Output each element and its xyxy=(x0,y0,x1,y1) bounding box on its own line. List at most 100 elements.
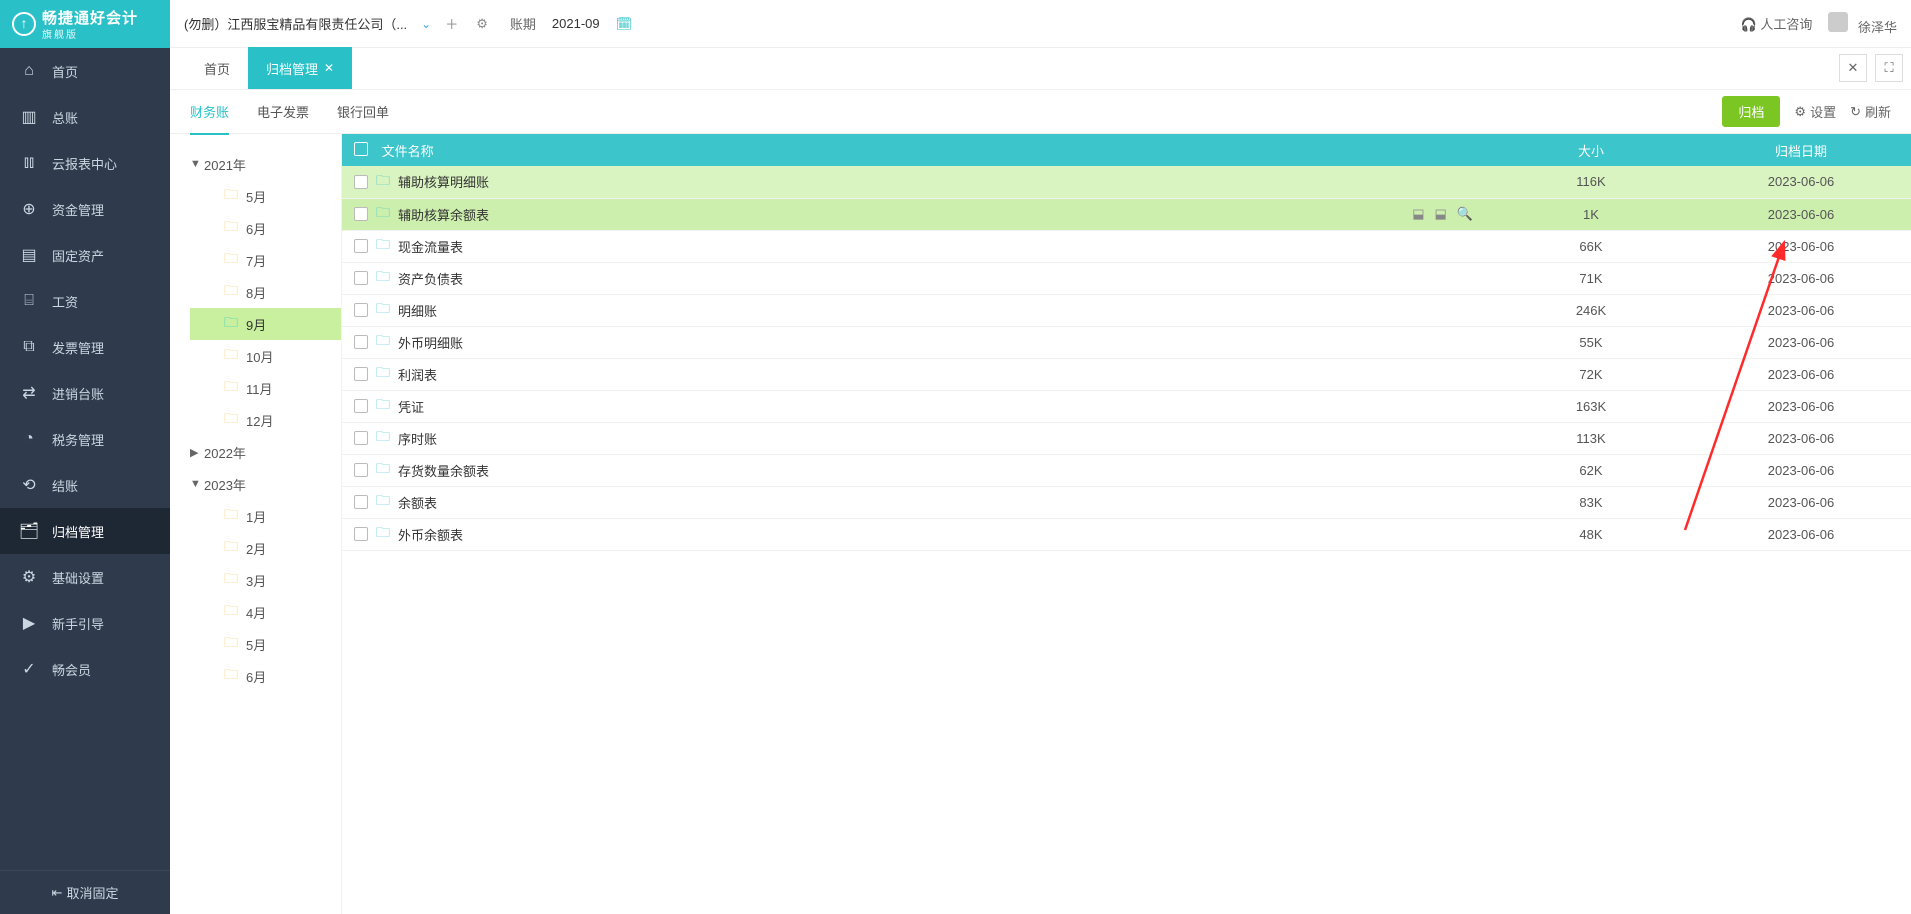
file-name: 资产负债表 xyxy=(398,269,463,288)
tree-month-0-6[interactable]: 🗀11月 xyxy=(190,372,341,404)
folder-icon: 🗀 xyxy=(376,490,390,514)
sidebar-item-3[interactable]: ⊕资金管理 xyxy=(0,186,170,232)
table-row[interactable]: 🗀外币余额表48K2023-06-06 xyxy=(342,518,1911,550)
chevron-down-icon[interactable]: ⌄ xyxy=(421,17,431,31)
tree-year-1[interactable]: ▶2022年 xyxy=(190,436,341,468)
folder-icon: 🗀 xyxy=(376,202,390,226)
close-tab-button[interactable]: ✕ xyxy=(1839,54,1867,82)
menu-icon: ⧉ xyxy=(20,338,38,356)
file-size: 113K xyxy=(1491,422,1691,454)
table-row[interactable]: 🗀序时账113K2023-06-06 xyxy=(342,422,1911,454)
logo-text: 畅捷通好会计 xyxy=(42,7,138,28)
close-icon[interactable]: ✕ xyxy=(324,61,334,75)
fullscreen-button[interactable]: ⛶ xyxy=(1875,54,1903,82)
row-checkbox[interactable] xyxy=(354,207,368,221)
help-link[interactable]: 🎧 人工咨询 xyxy=(1741,14,1813,33)
sidebar-item-2[interactable]: ⫾⫾云报表中心 xyxy=(0,140,170,186)
folder-icon: 🗀 xyxy=(224,408,238,432)
year-label: 2022年 xyxy=(204,443,246,462)
download-pdf-icon[interactable]: ⬓ xyxy=(1435,206,1447,222)
tree-month-0-4[interactable]: 🗀9月 xyxy=(190,308,341,340)
add-company-button[interactable]: ＋ xyxy=(441,10,462,37)
table-row[interactable]: 🗀利润表72K2023-06-06 xyxy=(342,358,1911,390)
sidebar-item-9[interactable]: ⟲结账 xyxy=(0,462,170,508)
tree-month-0-7[interactable]: 🗀12月 xyxy=(190,404,341,436)
tree-month-0-0[interactable]: 🗀5月 xyxy=(190,180,341,212)
subtabs-actions: 归档 ⚙ 设置 ↻ 刷新 xyxy=(1722,96,1891,127)
tree-month-2-4[interactable]: 🗀5月 xyxy=(190,628,341,660)
row-checkbox[interactable] xyxy=(354,495,368,509)
table-row[interactable]: 🗀辅助核算余额表⬓⬓🔍PDF查看1K2023-06-06 xyxy=(342,198,1911,230)
col-header-name: 文件名称 xyxy=(342,134,1491,166)
tree-year-0[interactable]: ▼2021年 xyxy=(190,148,341,180)
archive-button[interactable]: 归档 xyxy=(1722,96,1780,127)
table-row[interactable]: 🗀外币明细账55K2023-06-06 xyxy=(342,326,1911,358)
tree-month-2-2[interactable]: 🗀3月 xyxy=(190,564,341,596)
sidebar-item-0[interactable]: ⌂首页 xyxy=(0,48,170,94)
row-checkbox[interactable] xyxy=(354,463,368,477)
archive-date: 2023-06-06 xyxy=(1691,294,1911,326)
company-settings-button[interactable]: ⚙ xyxy=(472,12,492,36)
download-excel-icon[interactable]: ⬓ xyxy=(1412,206,1424,222)
table-row[interactable]: 🗀凭证163K2023-06-06 xyxy=(342,390,1911,422)
sidebar-item-11[interactable]: ⚙基础设置 xyxy=(0,554,170,600)
folder-icon: 🗀 xyxy=(224,504,238,528)
refresh-link[interactable]: ↻ 刷新 xyxy=(1850,102,1891,121)
folder-icon: 🗀 xyxy=(376,266,390,290)
row-checkbox[interactable] xyxy=(354,335,368,349)
sidebar-item-5[interactable]: ⌸工资 xyxy=(0,278,170,324)
row-checkbox[interactable] xyxy=(354,303,368,317)
sidebar-item-1[interactable]: ▥总账 xyxy=(0,94,170,140)
row-checkbox[interactable] xyxy=(354,239,368,253)
tab-1[interactable]: 归档管理✕ xyxy=(248,47,352,89)
menu-icon: ⌸ xyxy=(20,292,38,310)
period-value[interactable]: 2021-09 xyxy=(552,16,600,31)
sidebar-item-12[interactable]: ▶新手引导 xyxy=(0,600,170,646)
sidebar-item-13[interactable]: ✓畅会员 xyxy=(0,646,170,692)
table-row[interactable]: 🗀存货数量余额表62K2023-06-06 xyxy=(342,454,1911,486)
workspace: ▼2021年🗀5月🗀6月🗀7月🗀8月🗀9月🗀10月🗀11月🗀12月▶2022年▼… xyxy=(170,134,1911,914)
gear-icon: ⚙ xyxy=(1794,104,1806,120)
tree-month-0-5[interactable]: 🗀10月 xyxy=(190,340,341,372)
table-row[interactable]: 🗀现金流量表66K2023-06-06 xyxy=(342,230,1911,262)
view-pdf-icon[interactable]: 🔍PDF查看 xyxy=(1457,206,1473,222)
tree-month-0-3[interactable]: 🗀8月 xyxy=(190,276,341,308)
sidebar-item-8[interactable]: ◔税务管理 xyxy=(0,416,170,462)
row-checkbox[interactable] xyxy=(354,271,368,285)
sidebar-item-4[interactable]: ▤固定资产 xyxy=(0,232,170,278)
user-chip[interactable]: 徐泽华 xyxy=(1828,12,1897,36)
month-label: 3月 xyxy=(246,571,266,590)
calendar-icon[interactable]: 🗓 xyxy=(616,16,633,32)
sidebar-item-6[interactable]: ⧉发票管理 xyxy=(0,324,170,370)
sidebar-item-7[interactable]: ⇄进销台账 xyxy=(0,370,170,416)
select-all-checkbox[interactable] xyxy=(354,142,368,156)
row-checkbox[interactable] xyxy=(354,527,368,541)
table-row[interactable]: 🗀资产负债表71K2023-06-06 xyxy=(342,262,1911,294)
sidebar-item-10[interactable]: 🗂归档管理 xyxy=(0,508,170,554)
tree-month-2-5[interactable]: 🗀6月 xyxy=(190,660,341,692)
tree-month-2-3[interactable]: 🗀4月 xyxy=(190,596,341,628)
table-row[interactable]: 🗀明细账246K2023-06-06 xyxy=(342,294,1911,326)
unpin-button[interactable]: ⇤ 取消固定 xyxy=(0,870,170,914)
tree-year-2[interactable]: ▼2023年 xyxy=(190,468,341,500)
archive-date: 2023-06-06 xyxy=(1691,166,1911,198)
headset-icon: 🎧 xyxy=(1741,17,1757,32)
tree-month-2-0[interactable]: 🗀1月 xyxy=(190,500,341,532)
archive-date: 2023-06-06 xyxy=(1691,454,1911,486)
row-checkbox[interactable] xyxy=(354,367,368,381)
subtab-0[interactable]: 财务账 xyxy=(190,90,229,134)
row-checkbox[interactable] xyxy=(354,175,368,189)
subtab-1[interactable]: 电子发票 xyxy=(257,90,309,134)
table-row[interactable]: 🗀辅助核算明细账116K2023-06-06 xyxy=(342,166,1911,198)
company-selector[interactable]: (勿删）江西服宝精品有限责任公司（... xyxy=(184,14,407,33)
subtab-2[interactable]: 银行回单 xyxy=(337,90,389,134)
row-checkbox[interactable] xyxy=(354,431,368,445)
tree-month-2-1[interactable]: 🗀2月 xyxy=(190,532,341,564)
tab-0[interactable]: 首页 xyxy=(186,47,248,89)
tree-month-0-2[interactable]: 🗀7月 xyxy=(190,244,341,276)
row-checkbox[interactable] xyxy=(354,399,368,413)
tree-month-0-1[interactable]: 🗀6月 xyxy=(190,212,341,244)
topbar: (勿删）江西服宝精品有限责任公司（... ⌄ ＋ ⚙ 账期 2021-09 🗓 … xyxy=(170,0,1911,48)
table-row[interactable]: 🗀余额表83K2023-06-06 xyxy=(342,486,1911,518)
settings-link[interactable]: ⚙ 设置 xyxy=(1794,102,1836,121)
